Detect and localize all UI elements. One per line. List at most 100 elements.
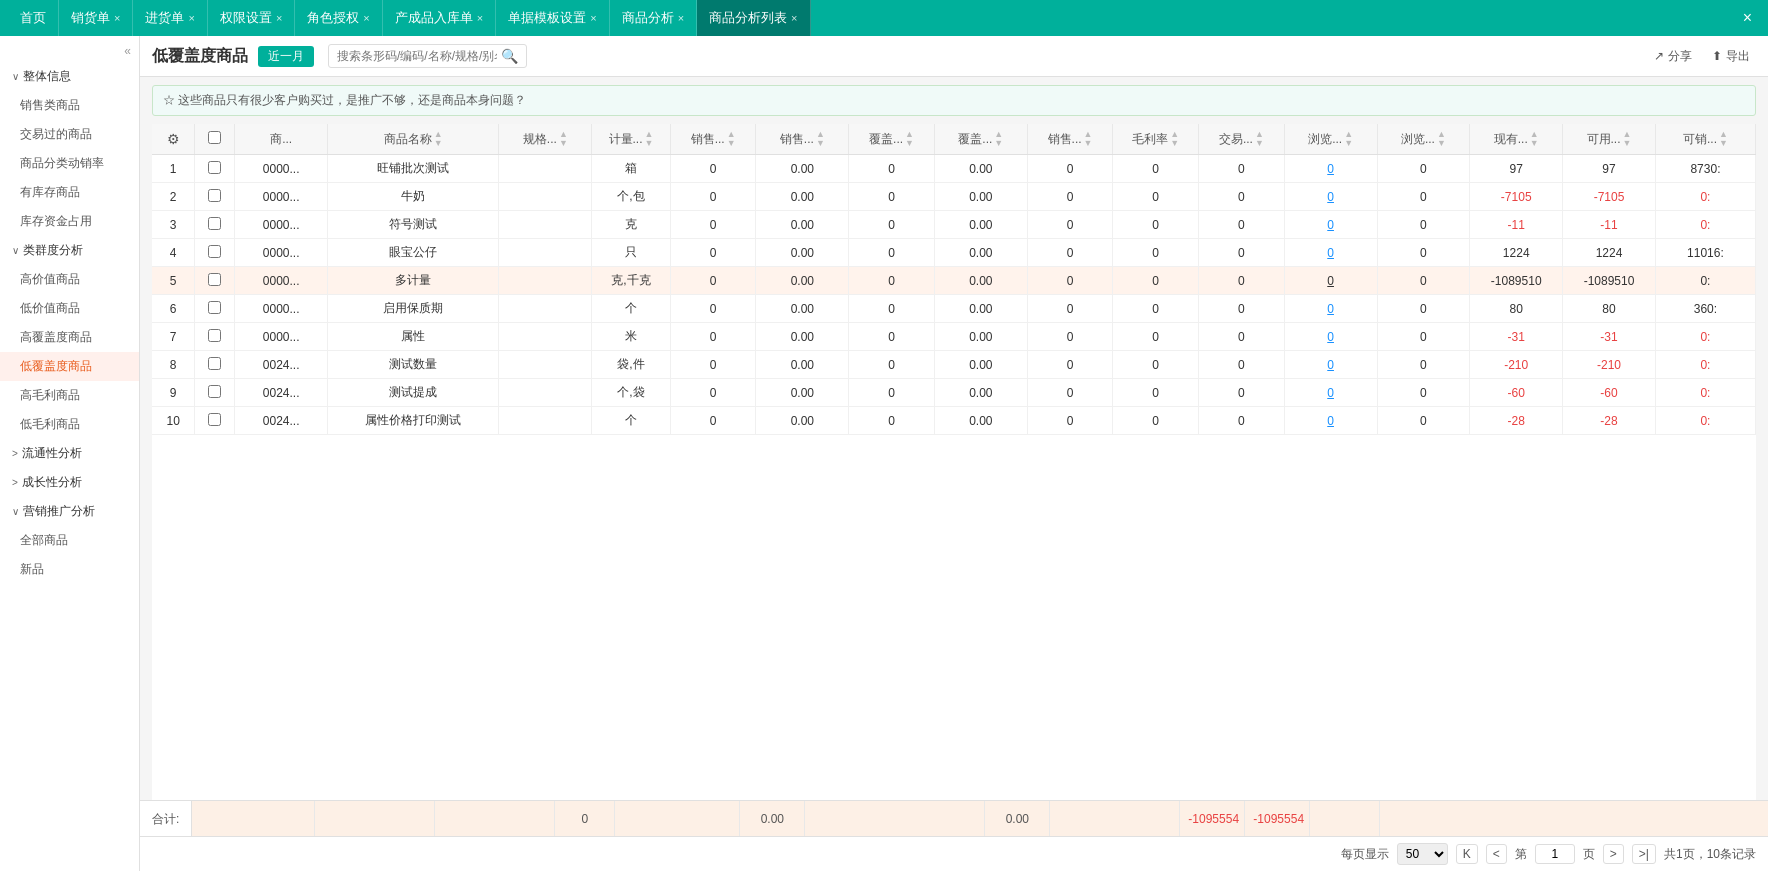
first-page-btn[interactable]: K xyxy=(1456,844,1478,864)
share-button[interactable]: ↗ 分享 xyxy=(1648,45,1698,68)
prev-page-btn[interactable]: < xyxy=(1486,844,1507,864)
col-header-10[interactable]: 销售...▲▼ xyxy=(1027,124,1113,155)
sort-icon[interactable]: ▲▼ xyxy=(1437,130,1446,148)
sidebar-section-整体信息[interactable]: ∨整体信息 xyxy=(0,62,139,91)
sort-icon[interactable]: ▲▼ xyxy=(816,130,825,148)
sidebar-item-低毛利商品[interactable]: 低毛利商品 xyxy=(0,410,139,439)
row-checkbox[interactable] xyxy=(208,245,221,258)
col-header-9[interactable]: 覆盖...▲▼ xyxy=(934,124,1027,155)
col-header-8[interactable]: 覆盖...▲▼ xyxy=(849,124,935,155)
sort-icon[interactable]: ▲▼ xyxy=(994,130,1003,148)
nav-tab-单据模板设置[interactable]: 单据模板设置× xyxy=(496,0,609,36)
select-all-checkbox[interactable] xyxy=(208,131,221,144)
page-input[interactable] xyxy=(1535,844,1575,864)
col-header-3[interactable]: 商品名称▲▼ xyxy=(328,124,499,155)
col-header-11[interactable]: 毛利率▲▼ xyxy=(1113,124,1199,155)
table-cell[interactable]: 0 xyxy=(1284,295,1377,323)
sidebar-item-商品分类动销率[interactable]: 商品分类动销率 xyxy=(0,149,139,178)
settings-icon[interactable]: ⚙ xyxy=(167,131,180,147)
sidebar-item-高覆盖度商品[interactable]: 高覆盖度商品 xyxy=(0,323,139,352)
row-checkbox[interactable] xyxy=(208,189,221,202)
table-cell[interactable]: 0 xyxy=(1284,407,1377,435)
row-checkbox[interactable] xyxy=(208,217,221,230)
table-cell[interactable]: 0 xyxy=(1284,323,1377,351)
close-all-tabs[interactable]: × xyxy=(1735,9,1760,27)
sidebar-item-高毛利商品[interactable]: 高毛利商品 xyxy=(0,381,139,410)
table-cell[interactable]: 0 xyxy=(1284,379,1377,407)
table-cell[interactable]: 0 xyxy=(1284,183,1377,211)
table-cell[interactable]: 0 xyxy=(1284,267,1377,295)
nav-tab-产成品入库单[interactable]: 产成品入库单× xyxy=(383,0,496,36)
close-tab-icon[interactable]: × xyxy=(188,0,194,36)
sort-icon[interactable]: ▲▼ xyxy=(645,130,654,148)
sidebar-section-流通性分析[interactable]: >流通性分析 xyxy=(0,439,139,468)
sort-icon[interactable]: ▲▼ xyxy=(1623,130,1632,148)
sidebar-section-类群度分析[interactable]: ∨类群度分析 xyxy=(0,236,139,265)
sidebar-collapse-btn[interactable]: « xyxy=(0,40,139,62)
close-tab-icon[interactable]: × xyxy=(363,0,369,36)
sort-icon[interactable]: ▲▼ xyxy=(1530,130,1539,148)
per-page-select[interactable]: 102050100 xyxy=(1397,843,1448,865)
col-header-15[interactable]: 现有...▲▼ xyxy=(1470,124,1563,155)
sidebar-item-低覆盖度商品[interactable]: 低覆盖度商品 xyxy=(0,352,139,381)
row-checkbox[interactable] xyxy=(208,357,221,370)
close-tab-icon[interactable]: × xyxy=(276,0,282,36)
row-checkbox[interactable] xyxy=(208,413,221,426)
sidebar-item-库存资金占用[interactable]: 库存资金占用 xyxy=(0,207,139,236)
nav-tab-首页[interactable]: 首页 xyxy=(8,0,59,36)
sort-icon[interactable]: ▲▼ xyxy=(1719,130,1728,148)
nav-tab-销货单[interactable]: 销货单× xyxy=(59,0,133,36)
export-button[interactable]: ⬆ 导出 xyxy=(1706,45,1756,68)
sidebar-item-交易过的商品[interactable]: 交易过的商品 xyxy=(0,120,139,149)
search-input[interactable] xyxy=(337,49,497,63)
sidebar-item-有库存商品[interactable]: 有库存商品 xyxy=(0,178,139,207)
col-header-17[interactable]: 可销...▲▼ xyxy=(1655,124,1755,155)
next-page-btn[interactable]: > xyxy=(1603,844,1624,864)
col-header-7[interactable]: 销售...▲▼ xyxy=(756,124,849,155)
sidebar-section-成长性分析[interactable]: >成长性分析 xyxy=(0,468,139,497)
last-page-btn[interactable]: >| xyxy=(1632,844,1656,864)
close-tab-icon[interactable]: × xyxy=(477,0,483,36)
row-checkbox[interactable] xyxy=(208,161,221,174)
sort-icon[interactable]: ▲▼ xyxy=(434,130,443,148)
col-header-13[interactable]: 浏览...▲▼ xyxy=(1284,124,1377,155)
row-checkbox[interactable] xyxy=(208,385,221,398)
sort-icon[interactable]: ▲▼ xyxy=(1255,130,1264,148)
table-cell[interactable]: 0 xyxy=(1284,211,1377,239)
nav-tab-商品分析列表[interactable]: 商品分析列表× xyxy=(697,0,810,36)
sort-icon[interactable]: ▲▼ xyxy=(905,130,914,148)
sort-icon[interactable]: ▲▼ xyxy=(1344,130,1353,148)
sidebar-item-高价值商品[interactable]: 高价值商品 xyxy=(0,265,139,294)
table-wrapper[interactable]: ⚙商...商品名称▲▼规格...▲▼计量...▲▼销售...▲▼销售...▲▼覆… xyxy=(152,124,1756,800)
table-cell[interactable]: 0 xyxy=(1284,351,1377,379)
table-cell[interactable]: 0 xyxy=(1284,239,1377,267)
row-checkbox[interactable] xyxy=(208,301,221,314)
col-header-14[interactable]: 浏览...▲▼ xyxy=(1377,124,1470,155)
row-checkbox[interactable] xyxy=(208,329,221,342)
nav-tab-权限设置[interactable]: 权限设置× xyxy=(208,0,295,36)
nav-tab-进货单[interactable]: 进货单× xyxy=(133,0,207,36)
sort-icon[interactable]: ▲▼ xyxy=(1084,130,1093,148)
close-tab-icon[interactable]: × xyxy=(590,0,596,36)
row-checkbox[interactable] xyxy=(208,273,221,286)
close-tab-icon[interactable]: × xyxy=(678,0,684,36)
col-header-16[interactable]: 可用...▲▼ xyxy=(1563,124,1656,155)
sidebar-section-营销推广分析[interactable]: ∨营销推广分析 xyxy=(0,497,139,526)
sidebar-item-全部商品[interactable]: 全部商品 xyxy=(0,526,139,555)
nav-tab-商品分析[interactable]: 商品分析× xyxy=(610,0,697,36)
col-header-4[interactable]: 规格...▲▼ xyxy=(499,124,592,155)
sidebar-item-销售类商品[interactable]: 销售类商品 xyxy=(0,91,139,120)
col-header-2[interactable]: 商... xyxy=(235,124,328,155)
col-header-12[interactable]: 交易...▲▼ xyxy=(1199,124,1285,155)
col-header-5[interactable]: 计量...▲▼ xyxy=(592,124,671,155)
close-tab-icon[interactable]: × xyxy=(114,0,120,36)
close-tab-icon[interactable]: × xyxy=(791,0,797,36)
sidebar-item-低价值商品[interactable]: 低价值商品 xyxy=(0,294,139,323)
table-cell[interactable]: 0 xyxy=(1284,155,1377,183)
col-header-6[interactable]: 销售...▲▼ xyxy=(670,124,756,155)
time-filter-button[interactable]: 近一月 xyxy=(258,46,314,67)
sort-icon[interactable]: ▲▼ xyxy=(727,130,736,148)
search-icon[interactable]: 🔍 xyxy=(501,48,518,64)
sort-icon[interactable]: ▲▼ xyxy=(559,130,568,148)
sort-icon[interactable]: ▲▼ xyxy=(1170,130,1179,148)
